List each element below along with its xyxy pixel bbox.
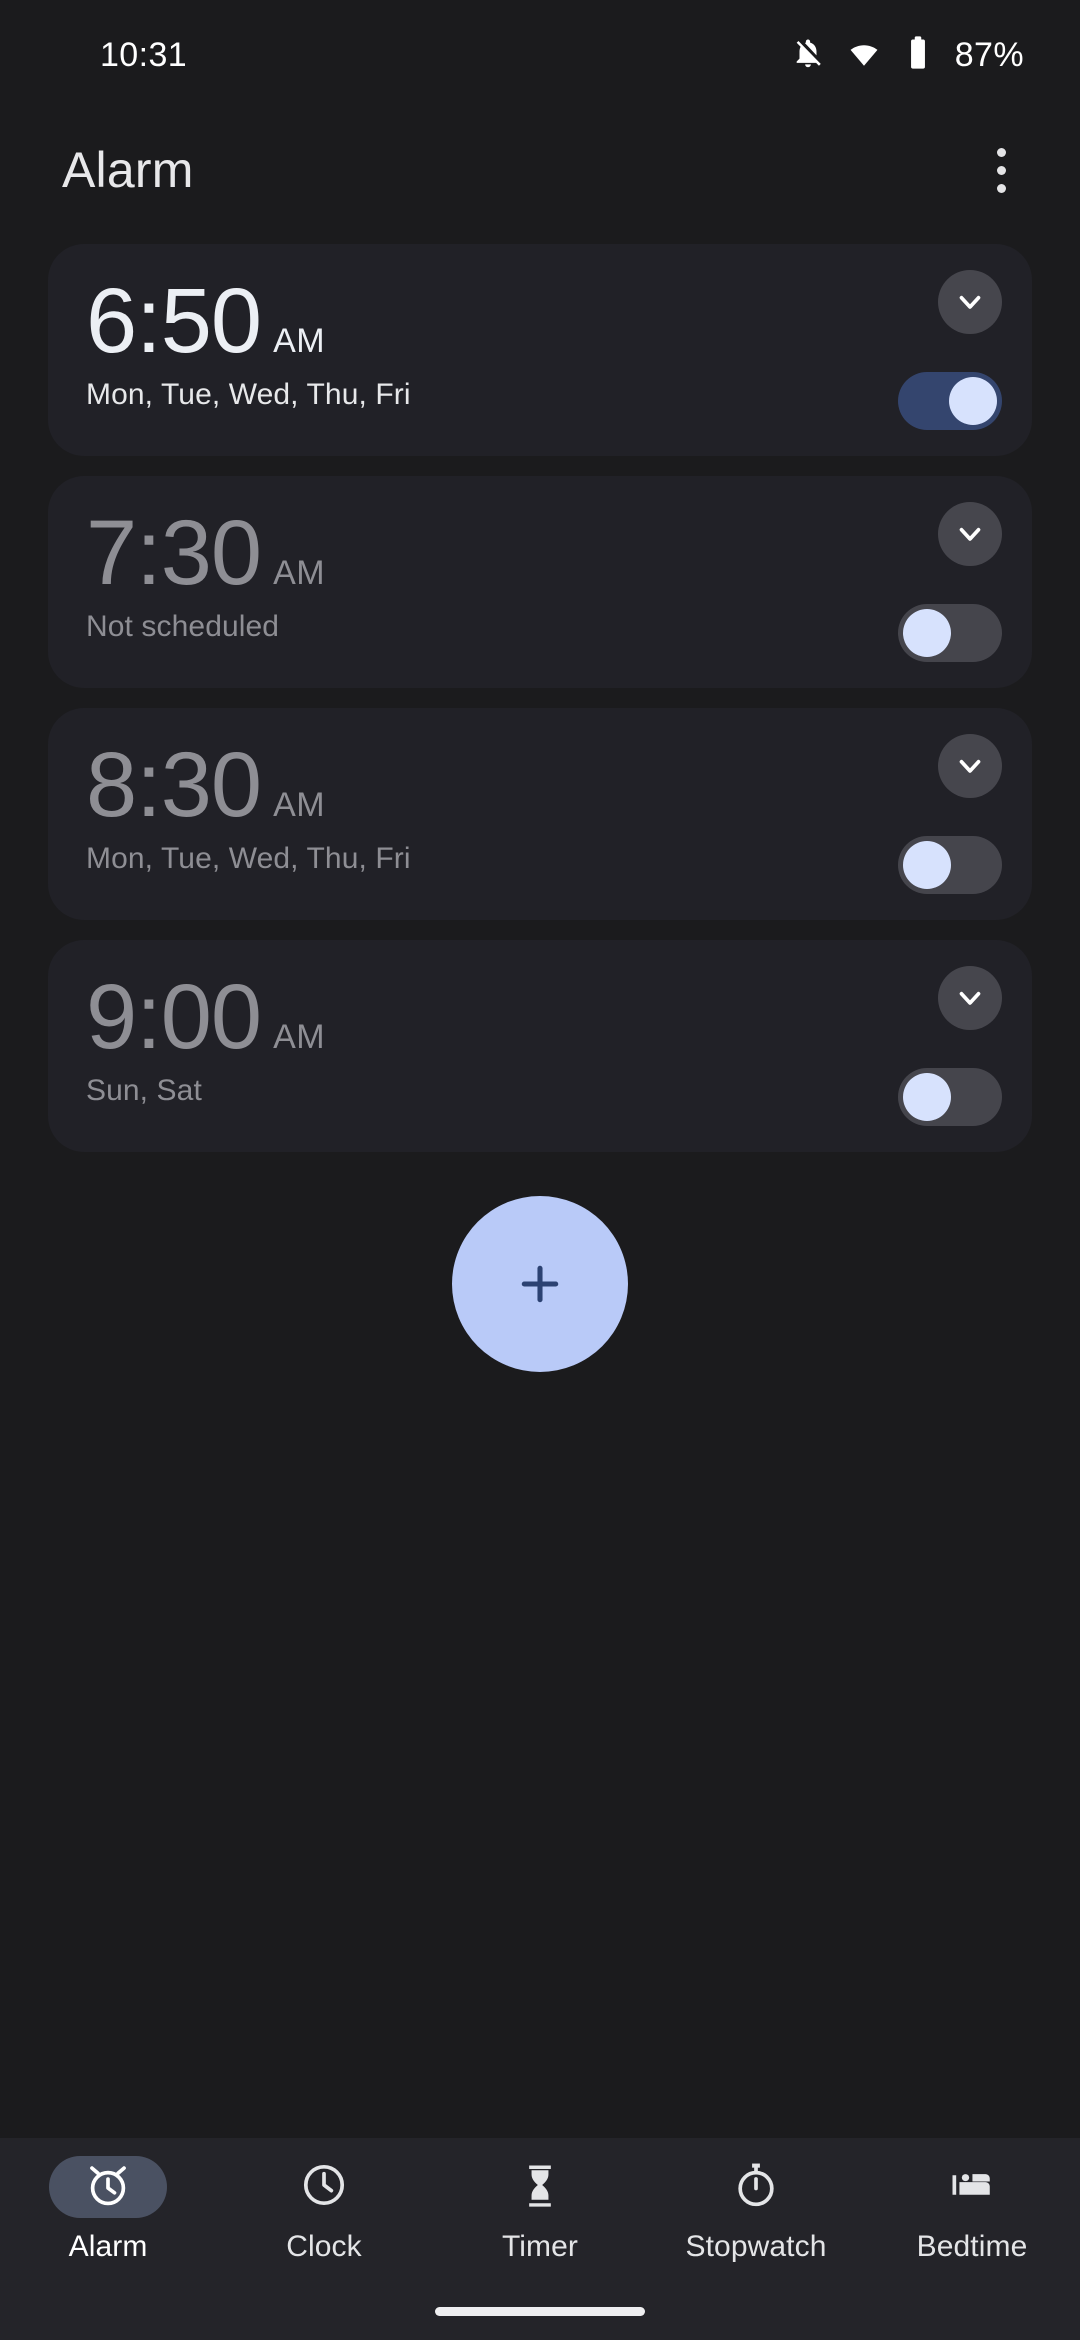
- alarm-list: 6:50 AM Mon, Tue, Wed, Thu, Fri 7:30 AM …: [0, 230, 1080, 2138]
- alarm-card[interactable]: 9:00 AM Sun, Sat: [48, 940, 1032, 1152]
- overflow-dot: [996, 147, 1006, 157]
- alarm-time-value: 6:50: [86, 270, 262, 372]
- stopwatch-icon: [730, 2159, 782, 2216]
- alarm-time: 6:50 AM: [86, 270, 1002, 372]
- chevron-down-icon[interactable]: [938, 270, 1002, 334]
- alarm-meridiem: AM: [273, 786, 326, 824]
- alarm-time: 7:30 AM: [86, 502, 1002, 604]
- nav-item-timer[interactable]: Timer: [445, 2156, 635, 2264]
- toggle-knob: [903, 609, 951, 657]
- alarm-card[interactable]: 7:30 AM Not scheduled: [48, 476, 1032, 688]
- overflow-dot: [996, 165, 1006, 175]
- alarm-card[interactable]: 8:30 AM Mon, Tue, Wed, Thu, Fri: [48, 708, 1032, 920]
- nav-item-alarm[interactable]: Alarm: [13, 2156, 203, 2264]
- alarm-meridiem: AM: [273, 322, 326, 360]
- nav-item-clock[interactable]: Clock: [229, 2156, 419, 2264]
- battery-percent: 87%: [954, 35, 1024, 74]
- toggle-knob: [949, 377, 997, 425]
- home-indicator[interactable]: [435, 2307, 645, 2316]
- toggle-knob: [903, 1073, 951, 1121]
- nav-label-stopwatch: Stopwatch: [685, 2230, 827, 2263]
- alarm-days: Sun, Sat: [86, 1074, 202, 1107]
- chevron-down-icon[interactable]: [938, 734, 1002, 798]
- chevron-down-icon[interactable]: [938, 502, 1002, 566]
- plus-icon: [511, 1255, 569, 1313]
- alarm-time: 8:30 AM: [86, 734, 1002, 836]
- chevron-down-icon[interactable]: [938, 966, 1002, 1030]
- alarm-toggle[interactable]: [898, 604, 1002, 662]
- alarm-toggle[interactable]: [898, 1068, 1002, 1126]
- clock-app-screen: 10:31 87% Alarm 6:50 AM Mon, Tue, Wed, T…: [0, 0, 1080, 2340]
- page-title: Alarm: [62, 142, 194, 198]
- bed-icon: [946, 2159, 998, 2216]
- status-bar: 10:31 87%: [0, 0, 1080, 110]
- alarm-time: 9:00 AM: [86, 966, 1002, 1068]
- nav-label-alarm: Alarm: [68, 2230, 148, 2263]
- nav-pill: [913, 2156, 1031, 2218]
- status-clock: 10:31: [100, 35, 188, 74]
- nav-pill: [265, 2156, 383, 2218]
- nav-active-pill: [49, 2156, 167, 2218]
- alarm-clock-icon: [82, 2159, 134, 2216]
- nav-item-stopwatch[interactable]: Stopwatch: [661, 2156, 851, 2264]
- alarm-meridiem: AM: [273, 554, 326, 592]
- battery-icon: [903, 35, 933, 75]
- notifications-off-icon: [791, 36, 825, 75]
- nav-pill: [697, 2156, 815, 2218]
- wifi-icon: [847, 36, 881, 75]
- alarm-toggle[interactable]: [898, 836, 1002, 894]
- alarm-days: Mon, Tue, Wed, Thu, Fri: [86, 842, 411, 875]
- status-icons: 87%: [791, 36, 1024, 75]
- alarm-toggle[interactable]: [898, 372, 1002, 430]
- alarm-days: Mon, Tue, Wed, Thu, Fri: [86, 378, 411, 411]
- app-bar: Alarm: [0, 110, 1080, 230]
- nav-label-bedtime: Bedtime: [916, 2230, 1028, 2263]
- toggle-knob: [903, 841, 951, 889]
- add-alarm-button[interactable]: [452, 1196, 628, 1372]
- alarm-time-value: 7:30: [86, 502, 262, 604]
- overflow-menu-icon[interactable]: [966, 135, 1036, 205]
- alarm-card[interactable]: 6:50 AM Mon, Tue, Wed, Thu, Fri: [48, 244, 1032, 456]
- clock-icon: [298, 2159, 350, 2216]
- nav-label-timer: Timer: [501, 2230, 579, 2263]
- hourglass-icon: [514, 2159, 566, 2216]
- fab-container: [48, 1172, 1032, 2138]
- alarm-time-value: 8:30: [86, 734, 262, 836]
- overflow-dot: [996, 183, 1006, 193]
- alarm-time-value: 9:00: [86, 966, 262, 1068]
- alarm-days: Not scheduled: [86, 610, 280, 643]
- alarm-meridiem: AM: [273, 1018, 326, 1056]
- nav-item-bedtime[interactable]: Bedtime: [877, 2156, 1067, 2264]
- nav-pill: [481, 2156, 599, 2218]
- nav-label-clock: Clock: [286, 2230, 362, 2263]
